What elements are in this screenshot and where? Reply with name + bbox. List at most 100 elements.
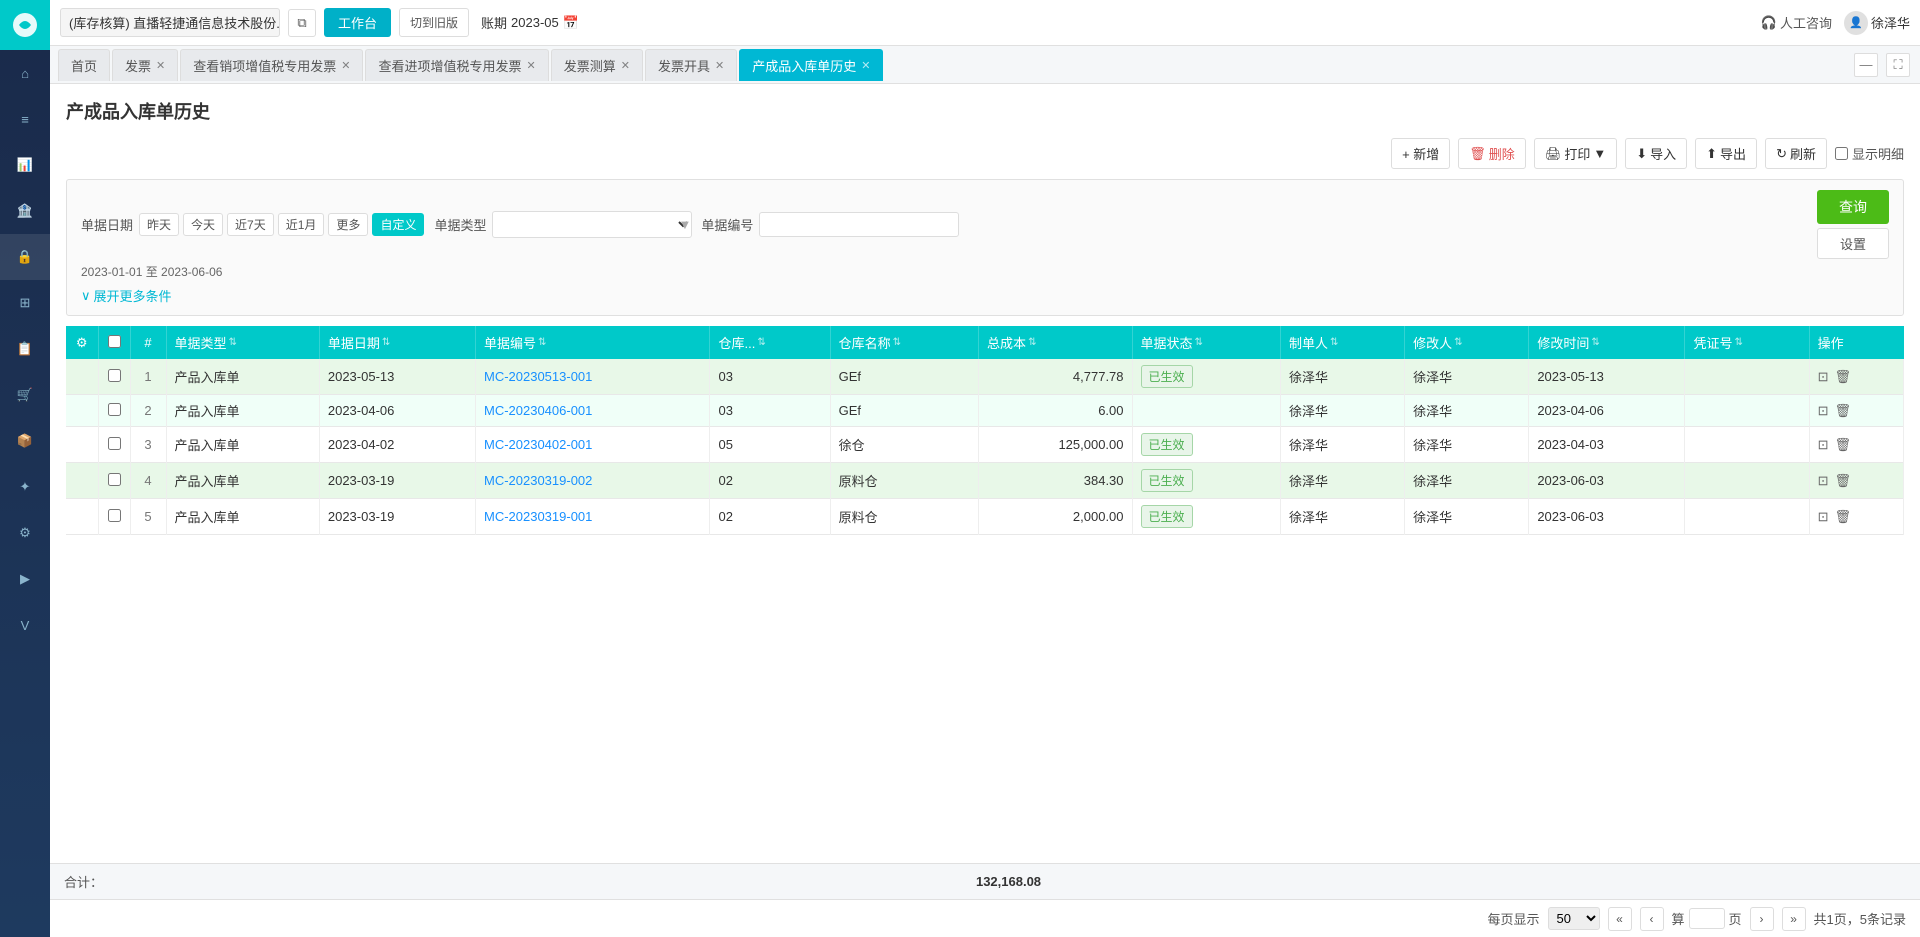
tab-invoice-calc[interactable]: 发票测算 ✕ xyxy=(551,49,643,81)
tab-sales-invoice-close[interactable]: ✕ xyxy=(341,59,350,72)
workbench-button[interactable]: 工作台 xyxy=(324,8,391,37)
delete-button[interactable]: 🗑 删除 xyxy=(1458,138,1526,169)
tab-invoice-open[interactable]: 发票开具 ✕ xyxy=(645,49,737,81)
row-number-link[interactable]: MC-20230319-001 xyxy=(484,509,592,524)
td-checkbox[interactable] xyxy=(98,427,130,463)
edit-icon[interactable]: ⊡ xyxy=(1818,473,1829,489)
row-checkbox[interactable] xyxy=(108,473,121,486)
filter-number-input[interactable] xyxy=(759,212,959,237)
th-checkbox[interactable] xyxy=(98,326,130,359)
td-checkbox[interactable] xyxy=(98,463,130,499)
row-number-link[interactable]: MC-20230319-002 xyxy=(484,473,592,488)
new-button[interactable]: + 新增 xyxy=(1391,138,1450,169)
query-button[interactable]: 查询 xyxy=(1817,190,1889,224)
refresh-button[interactable]: ↻ 刷新 xyxy=(1765,138,1827,169)
th-date[interactable]: 单据日期⇅ xyxy=(319,326,475,359)
sidebar-item-report[interactable]: 📋 xyxy=(0,326,50,372)
th-warehouse-name[interactable]: 仓库名称⇅ xyxy=(830,326,978,359)
sidebar-item-stamp[interactable]: ✦ xyxy=(0,464,50,510)
filter-type-select[interactable] xyxy=(492,211,692,238)
show-detail-input[interactable] xyxy=(1835,147,1848,160)
tab-purchase-invoice[interactable]: 查看进项增值税专用发票 ✕ xyxy=(365,49,548,81)
import-button[interactable]: ⬇ 导入 xyxy=(1625,138,1687,169)
th-settings[interactable]: ⚙ xyxy=(66,326,98,359)
first-page-btn[interactable]: « xyxy=(1608,907,1632,931)
show-detail-checkbox[interactable]: 显示明细 xyxy=(1835,144,1904,163)
td-checkbox[interactable] xyxy=(98,359,130,395)
row-checkbox[interactable] xyxy=(108,403,121,416)
sidebar-item-document[interactable]: ≡ xyxy=(0,96,50,142)
sidebar-item-grid[interactable]: ⊞ xyxy=(0,280,50,326)
prev-page-btn[interactable]: ‹ xyxy=(1640,907,1664,931)
th-total-cost[interactable]: 总成本⇅ xyxy=(979,326,1132,359)
row-number-link[interactable]: MC-20230402-001 xyxy=(484,437,592,452)
th-type[interactable]: 单据类型⇅ xyxy=(166,326,319,359)
maximize-btn[interactable]: ⛶ xyxy=(1886,53,1910,77)
row-number-link[interactable]: MC-20230406-001 xyxy=(484,403,592,418)
calendar-icon[interactable]: 📅 xyxy=(563,15,579,31)
tab-invoice-close[interactable]: ✕ xyxy=(156,59,165,72)
filter-date-yesterday[interactable]: 昨天 xyxy=(139,213,179,236)
delete-row-icon[interactable]: 🗑 xyxy=(1835,473,1852,489)
company-selector[interactable]: (库存核算) 直播轻捷通信息技术股份... ▼ xyxy=(60,8,280,37)
expand-filter-btn[interactable]: ∨ 展开更多条件 xyxy=(81,286,1889,305)
page-size-select[interactable]: 50 20 100 xyxy=(1548,907,1600,930)
copy-icon-btn[interactable]: ⧉ xyxy=(288,9,316,37)
sidebar-item-purchase[interactable]: 📦 xyxy=(0,418,50,464)
delete-row-icon[interactable]: 🗑 xyxy=(1835,369,1852,385)
tab-home[interactable]: 首页 xyxy=(58,49,110,81)
tab-purchase-invoice-close[interactable]: ✕ xyxy=(527,59,536,72)
tab-product-history[interactable]: 产成品入库单历史 ✕ xyxy=(739,49,883,81)
filter-date-custom[interactable]: 自定义 xyxy=(372,213,424,236)
delete-row-icon[interactable]: 🗑 xyxy=(1835,403,1852,419)
sidebar-item-settings[interactable]: ⚙ xyxy=(0,510,50,556)
tab-invoice[interactable]: 发票 ✕ xyxy=(112,49,178,81)
print-button[interactable]: 🖨 打印 ▼ xyxy=(1534,138,1617,169)
export-button[interactable]: ⬆ 导出 xyxy=(1695,138,1757,169)
row-checkbox[interactable] xyxy=(108,369,121,382)
th-warehouse-code[interactable]: 仓库...⇅ xyxy=(710,326,830,359)
filter-date-more[interactable]: 更多 xyxy=(328,213,368,236)
sidebar-item-play[interactable]: ▶ xyxy=(0,556,50,602)
service-button[interactable]: 🎧 人工咨询 xyxy=(1761,13,1832,32)
sidebar-item-bank[interactable]: 🏦 xyxy=(0,188,50,234)
tab-product-history-close[interactable]: ✕ xyxy=(861,59,870,72)
filter-date-today[interactable]: 今天 xyxy=(183,213,223,236)
td-checkbox[interactable] xyxy=(98,499,130,535)
row-checkbox[interactable] xyxy=(108,437,121,450)
row-number-link[interactable]: MC-20230513-001 xyxy=(484,369,592,384)
tab-invoice-open-close[interactable]: ✕ xyxy=(715,59,724,72)
logo[interactable] xyxy=(0,0,50,50)
delete-row-icon[interactable]: 🗑 xyxy=(1835,437,1852,453)
select-all-checkbox[interactable] xyxy=(108,335,121,348)
set-button[interactable]: 设置 xyxy=(1817,228,1889,259)
sidebar-item-v[interactable]: V xyxy=(0,602,50,648)
sidebar-item-chart[interactable]: 📊 xyxy=(0,142,50,188)
th-voucher[interactable]: 凭证号⇅ xyxy=(1685,326,1809,359)
user-menu[interactable]: 👤 徐泽华 xyxy=(1844,11,1910,35)
page-number-input[interactable]: 1 xyxy=(1689,908,1725,929)
row-checkbox[interactable] xyxy=(108,509,121,522)
edit-icon[interactable]: ⊡ xyxy=(1818,369,1829,385)
th-modify-time[interactable]: 修改时间⇅ xyxy=(1529,326,1685,359)
edit-icon[interactable]: ⊡ xyxy=(1818,509,1829,525)
sidebar-item-lock[interactable]: 🔒 xyxy=(0,234,50,280)
th-number[interactable]: 单据编号⇅ xyxy=(475,326,709,359)
sidebar-item-home[interactable]: ⌂ xyxy=(0,50,50,96)
edit-icon[interactable]: ⊡ xyxy=(1818,437,1829,453)
td-checkbox[interactable] xyxy=(98,395,130,427)
delete-row-icon[interactable]: 🗑 xyxy=(1835,509,1852,525)
last-page-btn[interactable]: » xyxy=(1782,907,1806,931)
tab-invoice-calc-close[interactable]: ✕ xyxy=(621,59,630,72)
filter-date-1month[interactable]: 近1月 xyxy=(278,213,325,236)
old-version-button[interactable]: 切到旧版 xyxy=(399,8,469,37)
sidebar-item-cart[interactable]: 🛒 xyxy=(0,372,50,418)
next-page-btn[interactable]: › xyxy=(1750,907,1774,931)
edit-icon[interactable]: ⊡ xyxy=(1818,403,1829,419)
minimize-btn[interactable]: — xyxy=(1854,53,1878,77)
th-modifier[interactable]: 修改人⇅ xyxy=(1405,326,1529,359)
th-status[interactable]: 单据状态⇅ xyxy=(1132,326,1280,359)
filter-date-7days[interactable]: 近7天 xyxy=(227,213,274,236)
tab-sales-invoice[interactable]: 查看销项增值税专用发票 ✕ xyxy=(180,49,363,81)
th-creator[interactable]: 制单人⇅ xyxy=(1280,326,1404,359)
